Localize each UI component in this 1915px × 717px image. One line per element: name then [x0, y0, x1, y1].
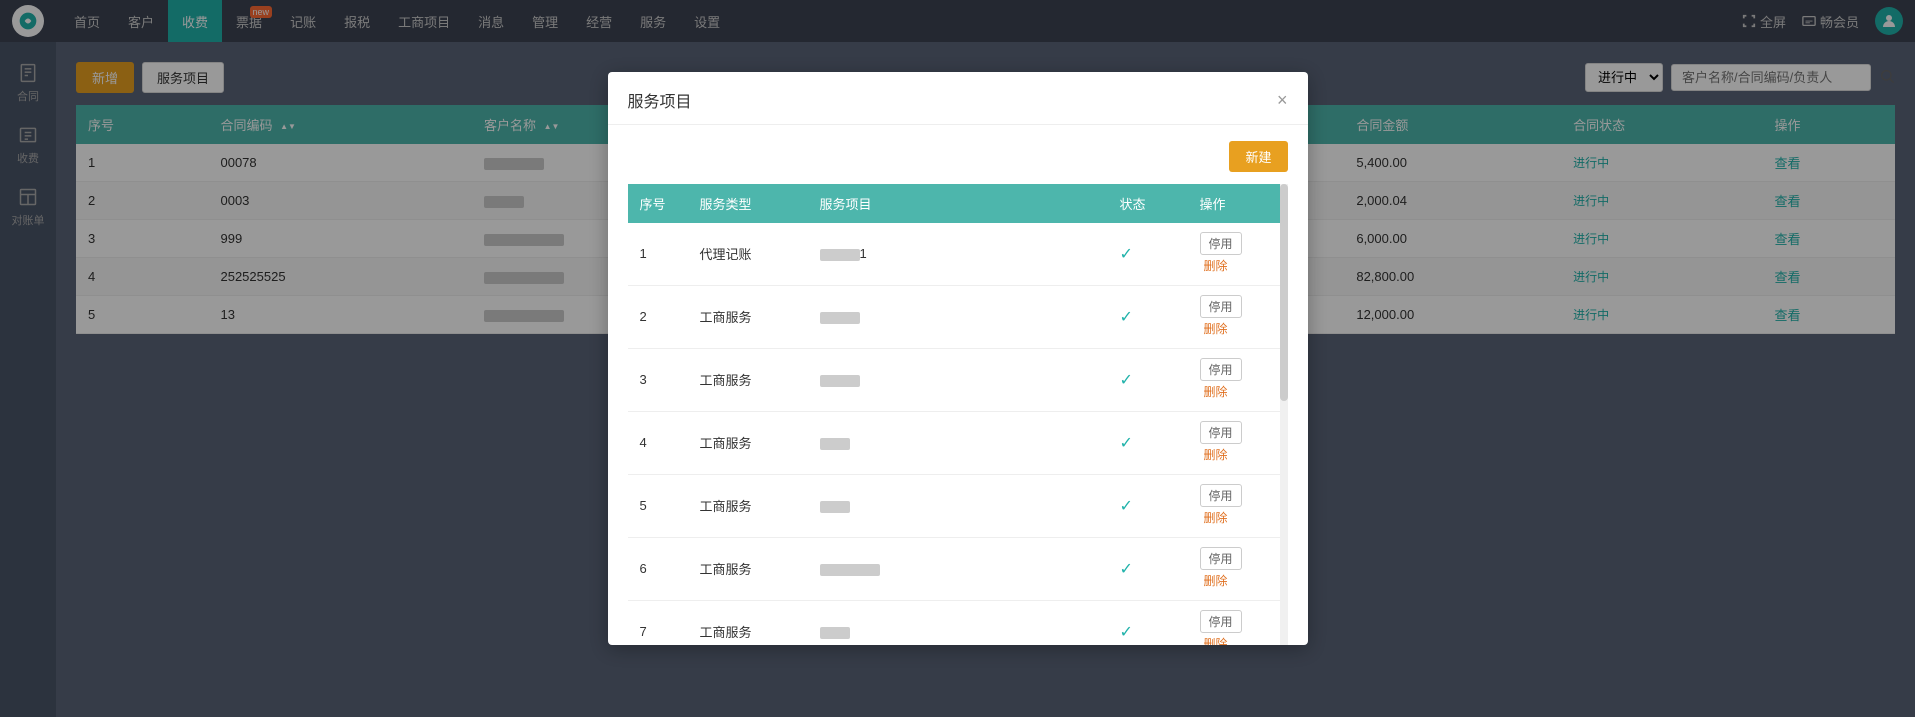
- service-modal: 服务项目 × 新建 序号 服务类型 服务项目 状态 操作: [608, 72, 1308, 646]
- delete-button[interactable]: 删除: [1200, 444, 1232, 465]
- modal-cell-seq: 6: [628, 537, 688, 600]
- modal-cell-seq: 2: [628, 285, 688, 348]
- modal-cell-action: 停用 删除: [1188, 285, 1288, 348]
- status-active-icon: ✓: [1120, 435, 1133, 452]
- modal-table-row: 6 工商服务 ✓ 停用 删除: [628, 537, 1288, 600]
- modal-cell-item: [808, 600, 1108, 645]
- modal-col-type: 服务类型: [688, 184, 808, 223]
- modal-cell-action: 停用 删除: [1188, 348, 1288, 411]
- modal-cell-action: 停用 删除: [1188, 411, 1288, 474]
- stop-button[interactable]: 停用: [1200, 610, 1242, 633]
- modal-col-item: 服务项目: [808, 184, 1108, 223]
- delete-button[interactable]: 删除: [1200, 381, 1232, 402]
- status-active-icon: ✓: [1120, 498, 1133, 515]
- modal-cell-seq: 4: [628, 411, 688, 474]
- modal-table-row: 2 工商服务 ✓ 停用 删除: [628, 285, 1288, 348]
- modal-cell-action: 停用 删除: [1188, 223, 1288, 286]
- status-active-icon: ✓: [1120, 309, 1133, 326]
- modal-cell-seq: 7: [628, 600, 688, 645]
- stop-button[interactable]: 停用: [1200, 421, 1242, 444]
- status-active-icon: ✓: [1120, 372, 1133, 389]
- modal-cell-type: 工商服务: [688, 537, 808, 600]
- delete-button[interactable]: 删除: [1200, 633, 1232, 646]
- scrollbar-thumb: [1280, 184, 1288, 401]
- modal-new-button[interactable]: 新建: [1229, 141, 1287, 172]
- modal-cell-type: 工商服务: [688, 411, 808, 474]
- modal-cell-item: [808, 411, 1108, 474]
- modal-cell-seq: 5: [628, 474, 688, 537]
- modal-cell-action: 停用 删除: [1188, 537, 1288, 600]
- modal-cell-item: [808, 348, 1108, 411]
- modal-cell-status: ✓: [1108, 348, 1188, 411]
- modal-cell-action: 停用 删除: [1188, 600, 1288, 645]
- modal-cell-item: [808, 285, 1108, 348]
- modal-cell-type: 工商服务: [688, 285, 808, 348]
- delete-button[interactable]: 删除: [1200, 570, 1232, 591]
- modal-cell-status: ✓: [1108, 600, 1188, 645]
- stop-button[interactable]: 停用: [1200, 295, 1242, 318]
- modal-overlay[interactable]: 服务项目 × 新建 序号 服务类型 服务项目 状态 操作: [0, 0, 1915, 717]
- scrollbar-track[interactable]: [1280, 184, 1288, 646]
- modal-cell-action: 停用 删除: [1188, 474, 1288, 537]
- modal-cell-seq: 1: [628, 223, 688, 286]
- modal-cell-seq: 3: [628, 348, 688, 411]
- modal-cell-status: ✓: [1108, 411, 1188, 474]
- stop-button[interactable]: 停用: [1200, 358, 1242, 381]
- modal-cell-status: ✓: [1108, 537, 1188, 600]
- modal-table-row: 5 工商服务 ✓ 停用 删除: [628, 474, 1288, 537]
- modal-cell-type: 工商服务: [688, 348, 808, 411]
- modal-cell-type: 工商服务: [688, 474, 808, 537]
- stop-button[interactable]: 停用: [1200, 232, 1242, 255]
- modal-table-row: 4 工商服务 ✓ 停用 删除: [628, 411, 1288, 474]
- modal-cell-status: ✓: [1108, 474, 1188, 537]
- modal-table-row: 3 工商服务 ✓ 停用 删除: [628, 348, 1288, 411]
- status-active-icon: ✓: [1120, 624, 1133, 641]
- modal-toolbar: 新建: [628, 141, 1288, 172]
- modal-col-status: 状态: [1108, 184, 1188, 223]
- delete-button[interactable]: 删除: [1200, 255, 1232, 276]
- modal-cell-status: ✓: [1108, 223, 1188, 286]
- modal-col-seq: 序号: [628, 184, 688, 223]
- modal-header: 服务项目 ×: [608, 72, 1308, 125]
- modal-table: 序号 服务类型 服务项目 状态 操作 1 代理记账 1 ✓ 停用 删除 2 工商…: [628, 184, 1288, 646]
- status-active-icon: ✓: [1120, 246, 1133, 263]
- modal-close-button[interactable]: ×: [1277, 91, 1288, 109]
- modal-title: 服务项目: [628, 88, 692, 112]
- modal-table-row: 1 代理记账 1 ✓ 停用 删除: [628, 223, 1288, 286]
- modal-cell-item: 1: [808, 223, 1108, 286]
- modal-col-action: 操作: [1188, 184, 1288, 223]
- modal-cell-type: 工商服务: [688, 600, 808, 645]
- modal-body: 新建 序号 服务类型 服务项目 状态 操作 1 代理记账: [608, 125, 1308, 646]
- stop-button[interactable]: 停用: [1200, 484, 1242, 507]
- modal-cell-status: ✓: [1108, 285, 1188, 348]
- stop-button[interactable]: 停用: [1200, 547, 1242, 570]
- modal-cell-item: [808, 474, 1108, 537]
- modal-cell-item: [808, 537, 1108, 600]
- delete-button[interactable]: 删除: [1200, 507, 1232, 528]
- status-active-icon: ✓: [1120, 561, 1133, 578]
- modal-table-row: 7 工商服务 ✓ 停用 删除: [628, 600, 1288, 645]
- modal-cell-type: 代理记账: [688, 223, 808, 286]
- delete-button[interactable]: 删除: [1200, 318, 1232, 339]
